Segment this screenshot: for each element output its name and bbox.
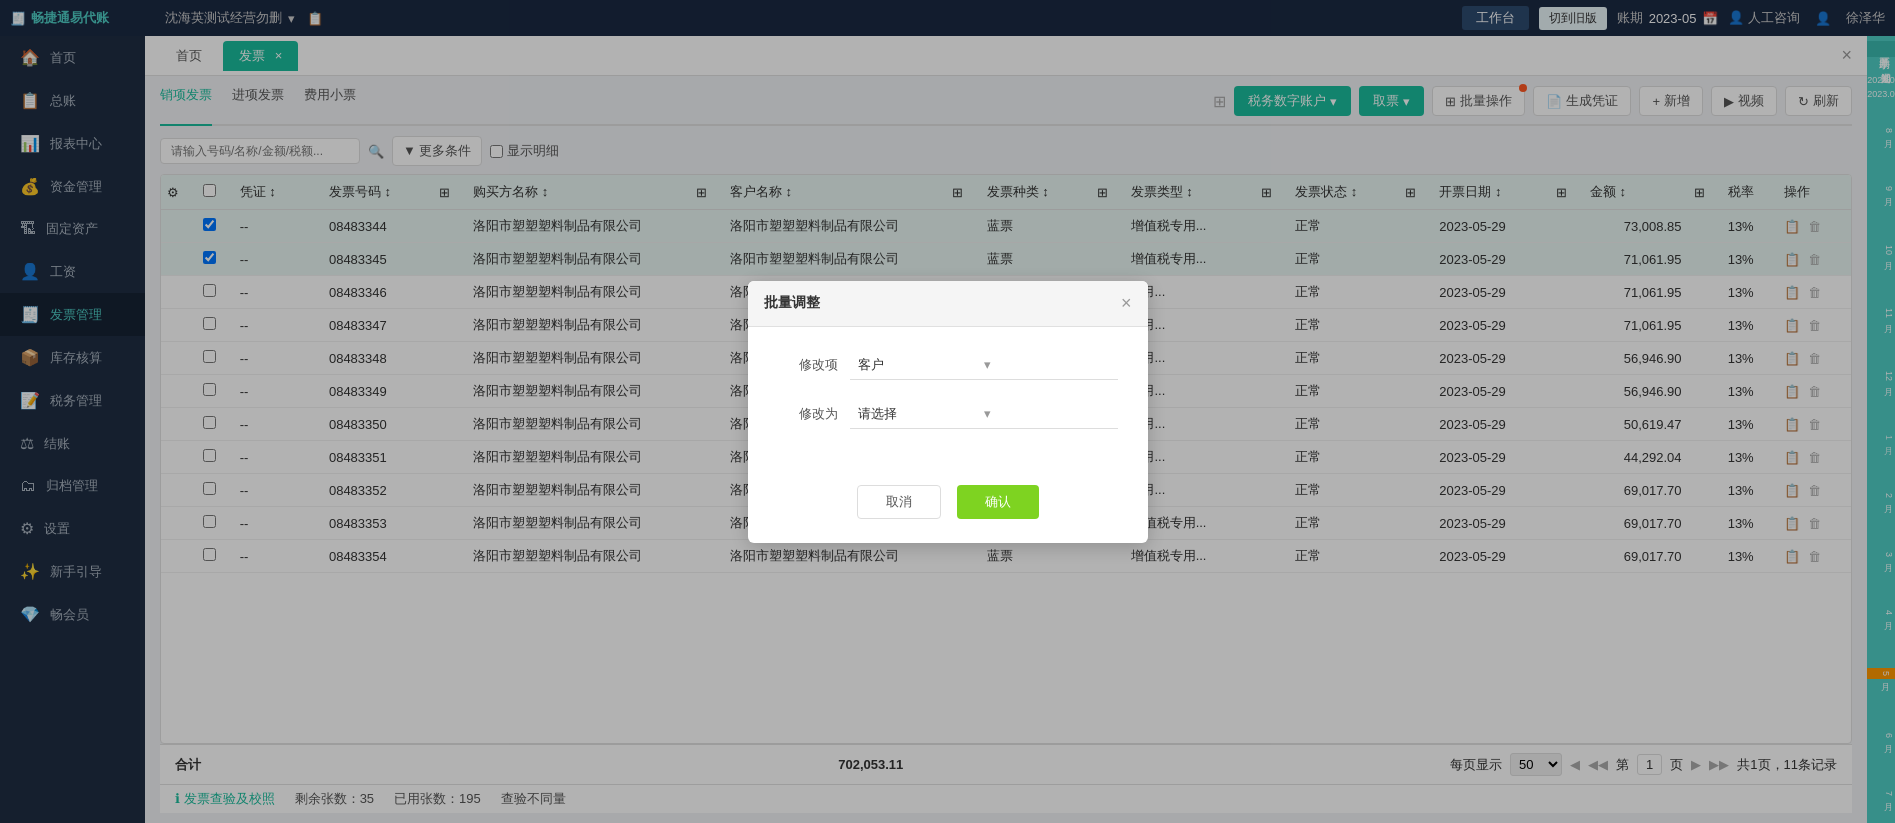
modal-close-btn[interactable]: × <box>1121 293 1132 314</box>
cancel-btn[interactable]: 取消 <box>857 485 941 519</box>
modal-body: 修改项 客户 ▾ 修改为 请选择 ▾ <box>748 327 1148 473</box>
field-select[interactable]: 客户 ▾ <box>850 351 1118 380</box>
field-label: 修改项 <box>778 356 838 374</box>
modify-value-row: 修改为 请选择 ▾ <box>778 400 1118 429</box>
confirm-btn[interactable]: 确认 <box>957 485 1039 519</box>
modal-footer: 取消 确认 <box>748 473 1148 543</box>
value-label: 修改为 <box>778 405 838 423</box>
batch-adjust-modal: 批量调整 × 修改项 客户 ▾ 修改为 请选择 ▾ 取消 确认 <box>748 281 1148 543</box>
value-chevron-icon: ▾ <box>984 406 1110 421</box>
modal-header: 批量调整 × <box>748 281 1148 327</box>
modify-field-row: 修改项 客户 ▾ <box>778 351 1118 380</box>
field-value: 客户 <box>858 356 984 374</box>
value-select[interactable]: 请选择 ▾ <box>850 400 1118 429</box>
field-chevron-icon: ▾ <box>984 357 1110 372</box>
value-placeholder: 请选择 <box>858 405 984 423</box>
modal-overlay: 批量调整 × 修改项 客户 ▾ 修改为 请选择 ▾ 取消 确认 <box>0 0 1895 823</box>
modal-title: 批量调整 <box>764 294 820 312</box>
